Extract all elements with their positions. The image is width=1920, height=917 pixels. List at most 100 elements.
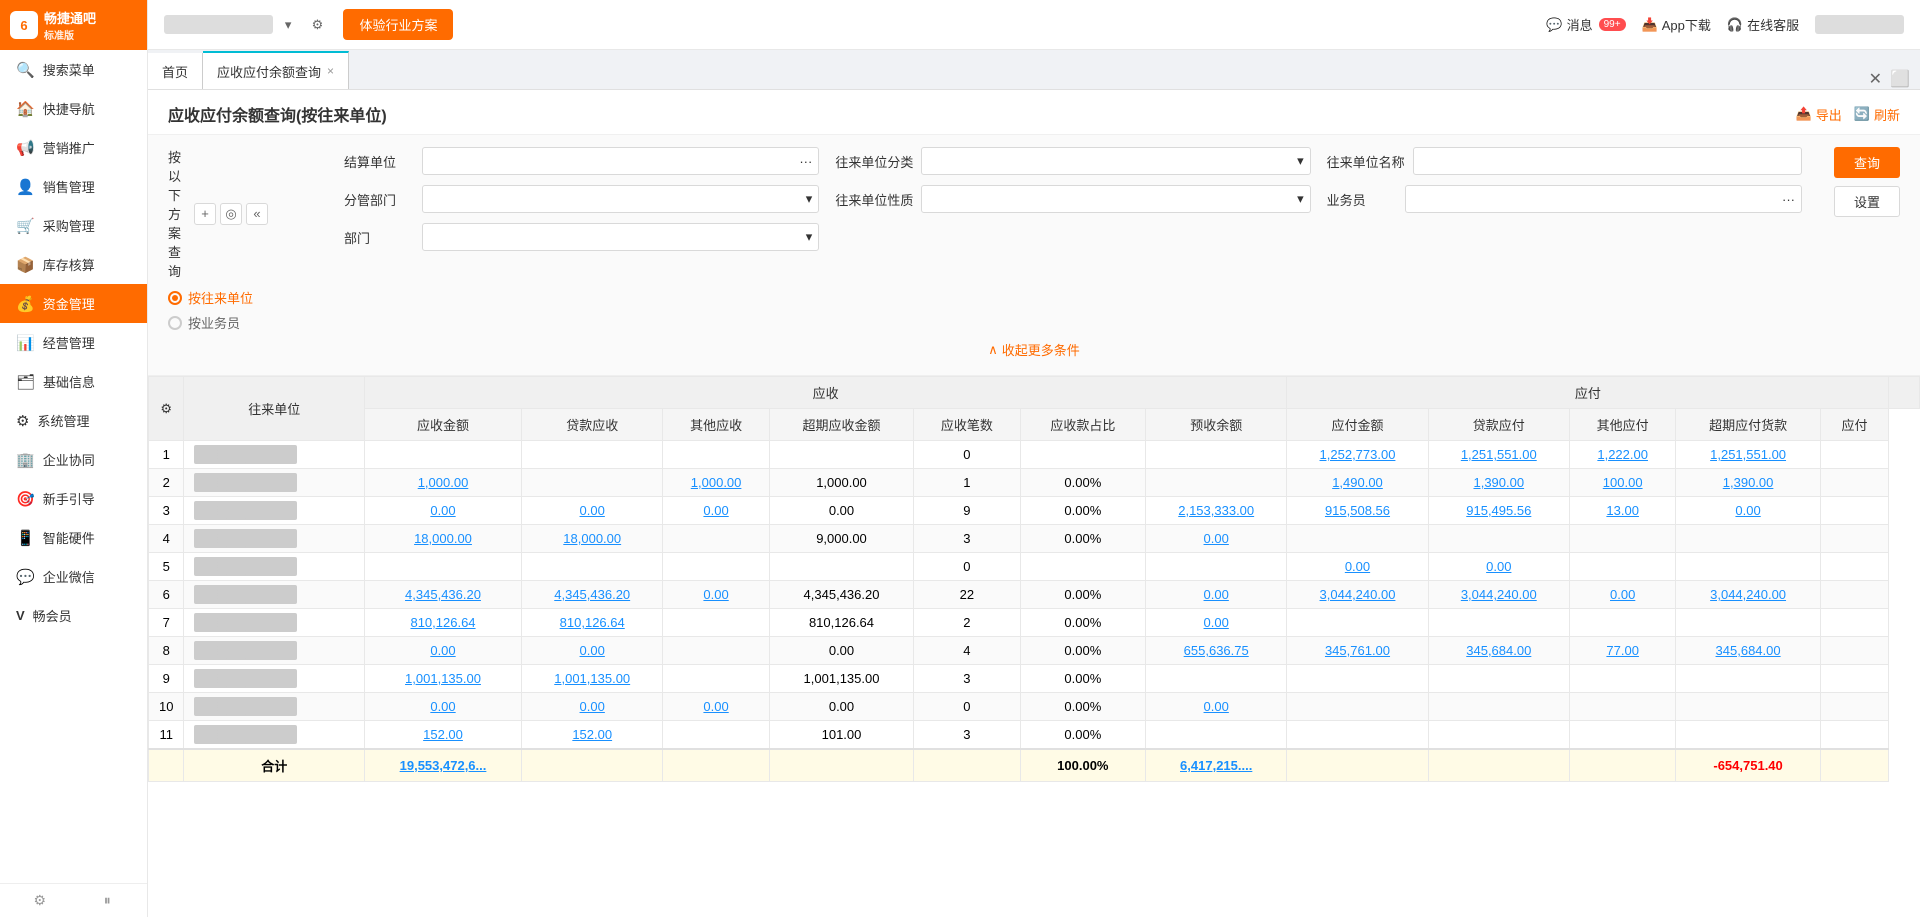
unit-name-input[interactable] <box>1413 147 1802 175</box>
sidebar-item-label: 快捷导航 <box>43 99 95 118</box>
sidebar-item-enterprise[interactable]: 🏢 企业协同 <box>0 440 147 479</box>
sidebar-item-basic-info[interactable]: 🗂 基础信息 <box>0 362 147 401</box>
sidebar-item-operation[interactable]: 📊 经营管理 <box>0 323 147 362</box>
sidebar-item-search-menu[interactable]: 🔍 搜索菜单 <box>0 50 147 89</box>
salesperson-input[interactable]: ··· <box>1405 185 1802 213</box>
target-scheme-button[interactable]: ◎ <box>220 203 242 225</box>
col-ap-extra-header: 应付 <box>1820 409 1889 441</box>
dept-input[interactable]: ▾ <box>422 223 819 251</box>
partner-name: ▓▓▓▓▓▓▓▓▓▓ <box>184 441 364 469</box>
topbar-dropdown[interactable]: ▾ <box>285 17 292 33</box>
dept-manage-input[interactable]: ▾ <box>422 185 819 213</box>
topbar-gear-button[interactable]: ⚙ <box>303 11 331 39</box>
close-window-icon[interactable]: ✕ <box>1869 69 1882 89</box>
maximize-icon[interactable]: ⬜ <box>1890 69 1910 89</box>
tab-ar-ap[interactable]: 应收应付余额查询 × <box>203 51 349 89</box>
footer-empty <box>149 749 184 782</box>
footer-ap-extra <box>1820 749 1889 782</box>
collapse-more-button[interactable]: ∧ 收起更多条件 <box>168 336 1900 363</box>
sidebar-item-label: 库存核算 <box>43 255 95 274</box>
sidebar-item-label: 经营管理 <box>43 333 95 352</box>
table-wrapper[interactable]: ⚙ 往来单位 应收 应付 应收金额 贷款应收 其他应收 超期应收金额 应收笔数 <box>148 376 1920 917</box>
table-row: 11▓▓▓▓▓▓▓▓▓▓152.00152.00101.0030.00% <box>149 721 1920 750</box>
message-badge: 99+ <box>1599 18 1626 31</box>
main-area: ____ ▾ ⚙ 体验行业方案 💬 消息 99+ 📥 App下载 🎧 在线客服 <box>148 0 1920 917</box>
radio-by-unit <box>168 291 182 305</box>
sidebar-item-label: 基础信息 <box>43 372 95 391</box>
col-other-ar-header: 其他应收 <box>663 409 769 441</box>
sidebar-item-wechat[interactable]: 💬 企业微信 <box>0 557 147 596</box>
unit-nature-input[interactable]: ▾ <box>921 185 1310 213</box>
query-button[interactable]: 查询 <box>1834 147 1900 178</box>
page-header-actions: 📤 导出 🔄 刷新 <box>1796 105 1900 124</box>
dept-manage-label: 分管部门 <box>344 190 414 209</box>
app-download-label: App下载 <box>1662 15 1711 34</box>
radio-by-staff <box>168 316 182 330</box>
table-row: 6▓▓▓▓▓▓▓▓▓▓4,345,436.204,345,436.200.004… <box>149 581 1920 609</box>
export-button[interactable]: 📤 导出 <box>1796 105 1842 124</box>
sidebar-item-quick-nav[interactable]: 🏠 快捷导航 <box>0 89 147 128</box>
sidebar-item-inventory[interactable]: 📦 库存核算 <box>0 245 147 284</box>
basic-info-icon: 🗂 <box>16 373 35 391</box>
sidebar-settings-button[interactable]: ⚙ <box>10 892 70 909</box>
chevron-down-icon[interactable]: ▾ <box>806 229 813 245</box>
sidebar-item-beginner[interactable]: 🎯 新手引导 <box>0 479 147 518</box>
filter-area: 按以下方案查询 + ◎ « 按往来单位 <box>148 135 1920 376</box>
promo-button[interactable]: 体验行业方案 <box>343 9 453 40</box>
ar-ap-tab-label: 应收应付余额查询 <box>217 62 321 81</box>
topbar-right: 💬 消息 99+ 📥 App下载 🎧 在线客服 ____ <box>1546 15 1904 34</box>
footer-other-ar <box>663 749 769 782</box>
footer-ar-ratio: 100.00% <box>1020 749 1145 782</box>
page-header: 应收应付余额查询(按往来单位) 📤 导出 🔄 刷新 <box>148 90 1920 135</box>
partner-name: ▓▓▓▓▓▓▓▓▓▓ <box>184 581 364 609</box>
footer-prepay[interactable]: 6,417,215.... <box>1146 749 1287 782</box>
col-prepay-header: 预收余额 <box>1146 409 1287 441</box>
filter-option-by-unit[interactable]: 按往来单位 <box>168 288 328 307</box>
footer-label: 合计 <box>184 749 364 782</box>
filter-option-by-staff[interactable]: 按业务员 <box>168 313 328 332</box>
add-scheme-button[interactable]: + <box>194 203 216 225</box>
table-row: 7▓▓▓▓▓▓▓▓▓▓810,126.64810,126.64810,126.6… <box>149 609 1920 637</box>
tab-close-icon[interactable]: × <box>327 64 334 78</box>
dots-icon[interactable]: ··· <box>799 154 812 169</box>
filter-scheme-btns: + ◎ « <box>194 203 268 225</box>
dots-icon[interactable]: ··· <box>1782 192 1795 207</box>
sidebar-item-sales[interactable]: 👤 销售管理 <box>0 167 147 206</box>
col-loan-ap-header: 贷款应付 <box>1428 409 1569 441</box>
online-service-button[interactable]: 🎧 在线客服 <box>1727 15 1799 34</box>
chevron-down-icon[interactable]: ▾ <box>1297 153 1304 169</box>
sidebar-item-system[interactable]: ⚙ 系统管理 <box>0 401 147 440</box>
col-overdue-ap-header: 超期应付货款 <box>1676 409 1820 441</box>
partner-name: ▓▓▓▓▓▓▓▓▓▓ <box>184 609 364 637</box>
user-name-display[interactable]: ____ <box>1815 15 1904 34</box>
settlement-unit-input[interactable]: ··· <box>422 147 819 175</box>
sidebar-item-finance[interactable]: 💰 资金管理 <box>0 284 147 323</box>
sidebar-item-member[interactable]: V 畅会员 <box>0 596 147 635</box>
sidebar-item-marketing[interactable]: 📢 营销推广 <box>0 128 147 167</box>
page-content: 应收应付余额查询(按往来单位) 📤 导出 🔄 刷新 <box>148 90 1920 917</box>
message-button[interactable]: 💬 消息 99+ <box>1546 15 1625 34</box>
home-icon: 🏠 <box>16 100 35 118</box>
enterprise-icon: 🏢 <box>16 451 35 469</box>
filter-row-1: 结算单位 ··· 往来单位分类 ▾ <box>344 147 1802 175</box>
sidebar-item-hardware[interactable]: 📱 智能硬件 <box>0 518 147 557</box>
table-settings-icon[interactable]: ⚙ <box>149 377 184 441</box>
unit-category-input[interactable]: ▾ <box>921 147 1310 175</box>
footer-ar-amount[interactable]: 19,553,472,6... <box>364 749 521 782</box>
chevron-down-icon: ▾ <box>285 17 292 33</box>
refresh-button[interactable]: 🔄 刷新 <box>1854 105 1900 124</box>
sidebar-collapse-button[interactable]: ⏸ <box>78 892 138 909</box>
setting-button[interactable]: 设置 <box>1834 186 1900 217</box>
app-download-button[interactable]: 📥 App下载 <box>1642 15 1711 34</box>
chevron-down-icon[interactable]: ▾ <box>806 191 813 207</box>
user-name-blur: ____ <box>1815 15 1904 34</box>
filter-field-dept-manage: 分管部门 ▾ <box>344 185 819 213</box>
breadcrumb: ____ <box>164 15 273 34</box>
message-icon: 💬 <box>1546 17 1562 33</box>
collapse-icon: ∧ <box>988 342 998 358</box>
sidebar-item-label: 搜索菜单 <box>43 60 95 79</box>
tab-home[interactable]: 首页 <box>148 53 203 89</box>
chevron-down-icon[interactable]: ▾ <box>1297 191 1304 207</box>
back-scheme-button[interactable]: « <box>246 203 268 225</box>
sidebar-item-purchase[interactable]: 🛒 采购管理 <box>0 206 147 245</box>
